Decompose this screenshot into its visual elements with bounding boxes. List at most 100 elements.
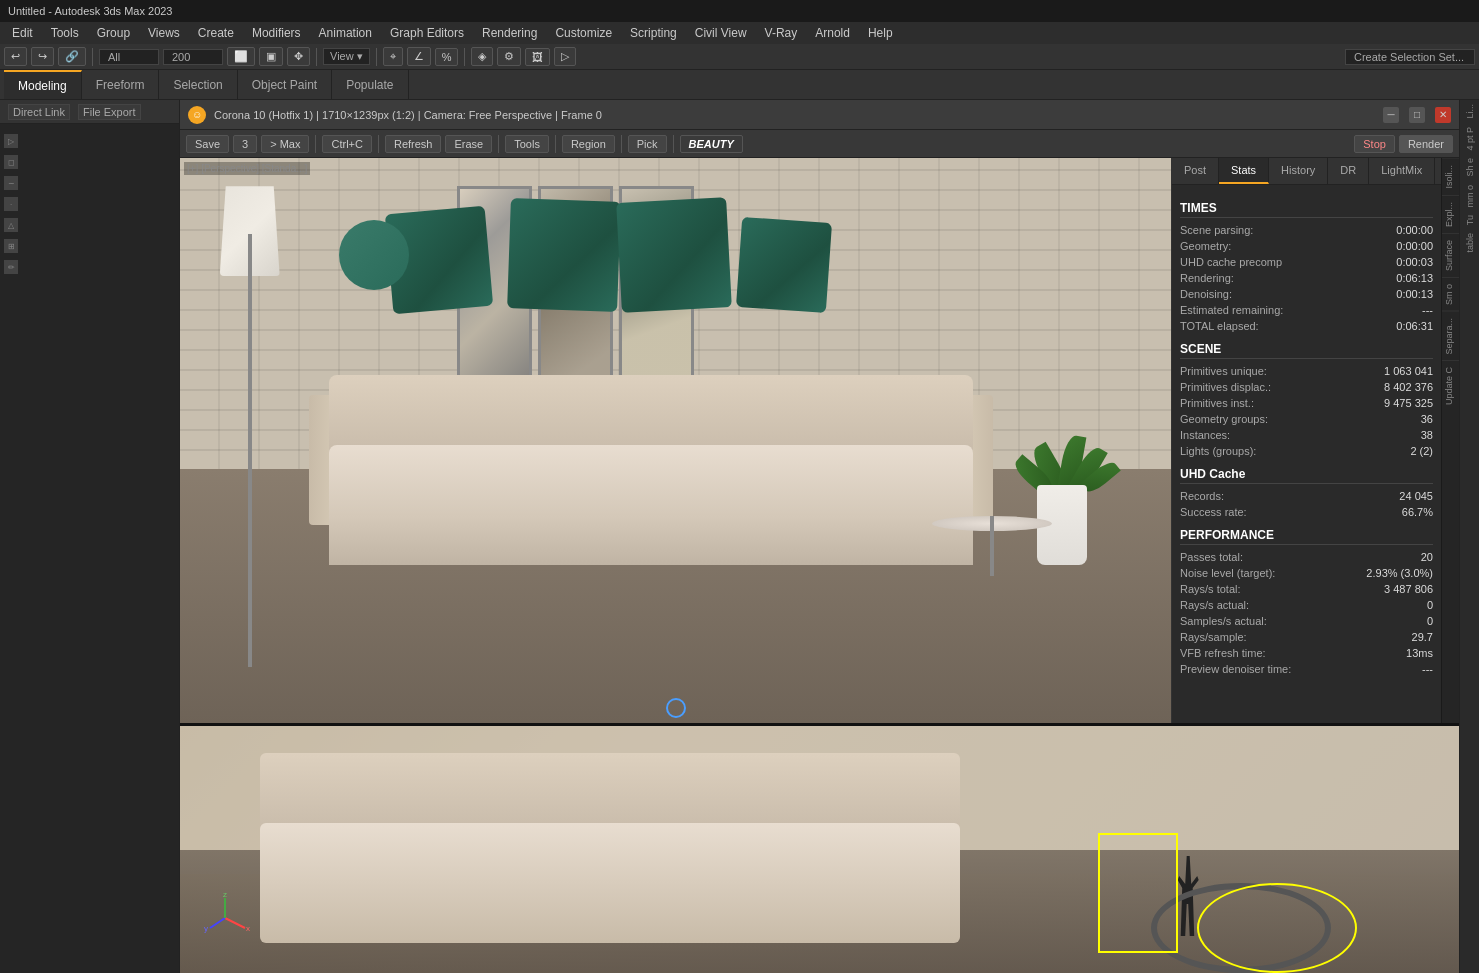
percent-snap-btn[interactable]: % <box>435 48 459 66</box>
link-button[interactable]: 🔗 <box>58 47 86 66</box>
save-render-btn[interactable]: Save <box>186 135 229 153</box>
far-right-panel: Isoli... Expl... Surface Sm o Separa... … <box>1441 158 1459 723</box>
menu-animation[interactable]: Animation <box>311 24 380 42</box>
move-btn[interactable]: ✥ <box>287 47 310 66</box>
left-top-header: Direct Link File Export <box>0 100 179 124</box>
erase-btn[interactable]: Erase <box>445 135 492 153</box>
app: Untitled - Autodesk 3ds Max 2023 Edit To… <box>0 0 1479 973</box>
tab-modeling[interactable]: Modeling <box>4 70 82 99</box>
right-label-5[interactable]: Tu <box>1463 211 1477 229</box>
tab-lightmix[interactable]: LightMix <box>1369 158 1435 184</box>
create-selection-set[interactable]: Create Selection Set... <box>1345 49 1475 65</box>
render-title-bar: ☺ Corona 10 (Hotfix 1) | 1710×1239px (1:… <box>180 100 1459 130</box>
close-button[interactable]: ✕ <box>1435 107 1451 123</box>
menu-vray[interactable]: V-Ray <box>757 24 806 42</box>
render-frame-btn[interactable]: 🖼 <box>525 48 550 66</box>
file-export-btn[interactable]: File Export <box>78 104 141 120</box>
render-btn[interactable]: Render <box>1399 135 1453 153</box>
max-btn[interactable]: > Max <box>261 135 309 153</box>
uv-icon[interactable]: ⊞ <box>4 239 18 253</box>
records-value: 24 045 <box>1399 490 1433 502</box>
round-table-bottom <box>1151 883 1331 973</box>
menu-help[interactable]: Help <box>860 24 901 42</box>
beauty-btn[interactable]: BEAUTY <box>680 135 743 153</box>
undo-button[interactable]: ↩ <box>4 47 27 66</box>
surface-btn[interactable]: Surface <box>1442 233 1459 277</box>
instances-value: 38 <box>1421 429 1433 441</box>
rendering-row: Rendering: 0:06:13 <box>1180 270 1433 286</box>
angle-snap-btn[interactable]: ∠ <box>407 47 431 66</box>
material-editor-btn[interactable]: ◈ <box>471 47 493 66</box>
menu-tools[interactable]: Tools <box>43 24 87 42</box>
bs-sofa-back <box>260 753 960 833</box>
menu-graph-editors[interactable]: Graph Editors <box>382 24 472 42</box>
tab-freeform[interactable]: Freeform <box>82 70 160 99</box>
sofa-body <box>329 445 973 565</box>
preview-denoiser-label: Preview denoiser time: <box>1180 663 1291 675</box>
maximize-button[interactable]: □ <box>1409 107 1425 123</box>
refresh-btn[interactable]: Refresh <box>385 135 442 153</box>
selection-set[interactable]: All <box>99 49 159 65</box>
primitives-unique-row: Primitives unique: 1 063 041 <box>1180 363 1433 379</box>
stop-btn[interactable]: Stop <box>1354 135 1395 153</box>
menu-create[interactable]: Create <box>190 24 242 42</box>
snap-btn[interactable]: ⌖ <box>383 47 403 66</box>
redo-button[interactable]: ↪ <box>31 47 54 66</box>
tab-stats[interactable]: Stats <box>1219 158 1269 184</box>
expl-btn[interactable]: Expl... <box>1442 195 1459 233</box>
update-btn[interactable]: Update C <box>1442 360 1459 411</box>
select-object-btn[interactable]: ⬜ <box>227 47 255 66</box>
separate-btn[interactable]: Separa... <box>1442 311 1459 361</box>
tab-post[interactable]: Post <box>1172 158 1219 184</box>
render-setup-btn[interactable]: ⚙ <box>497 47 521 66</box>
tab-history[interactable]: History <box>1269 158 1328 184</box>
right-label-3[interactable]: Sh e <box>1463 154 1477 181</box>
tab-selection[interactable]: Selection <box>159 70 237 99</box>
menu-modifiers[interactable]: Modifiers <box>244 24 309 42</box>
menu-scripting[interactable]: Scripting <box>622 24 685 42</box>
minimize-button[interactable]: ─ <box>1383 107 1399 123</box>
menu-edit[interactable]: Edit <box>4 24 41 42</box>
ctrl-c-btn[interactable]: Ctrl+C <box>322 135 371 153</box>
tab-dr[interactable]: DR <box>1328 158 1369 184</box>
toolbar-separator-2 <box>316 48 317 66</box>
vertex-icon[interactable]: · <box>4 197 18 211</box>
menu-views[interactable]: Views <box>140 24 188 42</box>
main-viewport[interactable]: ☺ Corona 10 (Hotfix 1) | 1710×1239px (1:… <box>180 100 1459 723</box>
menu-customize[interactable]: Customize <box>547 24 620 42</box>
select-icon[interactable]: ▷ <box>4 134 18 148</box>
est-remaining-row: Estimated remaining: --- <box>1180 302 1433 318</box>
view-dropdown[interactable]: View ▾ <box>323 48 370 65</box>
paint-icon[interactable]: ✏ <box>4 260 18 274</box>
right-label-1[interactable]: Li... <box>1463 100 1477 123</box>
isoli-btn[interactable]: Isoli... <box>1442 158 1459 195</box>
right-label-6[interactable]: table <box>1463 229 1477 257</box>
bs-sofa-body <box>260 823 960 943</box>
tools-btn[interactable]: Tools <box>505 135 549 153</box>
pick-btn[interactable]: Pick <box>628 135 667 153</box>
render-window: ☺ Corona 10 (Hotfix 1) | 1710×1239px (1:… <box>180 100 1459 723</box>
right-label-2[interactable]: 4 pt P <box>1463 123 1477 155</box>
rays-sample-row: Rays/sample: 29.7 <box>1180 629 1433 645</box>
region-btn[interactable]: Region <box>562 135 615 153</box>
app-title: Untitled - Autodesk 3ds Max 2023 <box>8 5 172 17</box>
menu-civil-view[interactable]: Civil View <box>687 24 755 42</box>
face-icon[interactable]: △ <box>4 218 18 232</box>
mode-btn[interactable]: 3 <box>233 135 257 153</box>
select-region-btn[interactable]: ▣ <box>259 47 283 66</box>
direct-link-btn[interactable]: Direct Link <box>8 104 70 120</box>
edge-icon[interactable]: ∼ <box>4 176 18 190</box>
menu-group[interactable]: Group <box>89 24 138 42</box>
tab-populate[interactable]: Populate <box>332 70 408 99</box>
stats-tabs: Post Stats History DR LightMix <box>1172 158 1441 185</box>
menu-rendering[interactable]: Rendering <box>474 24 545 42</box>
denoising-label: Denoising: <box>1180 288 1232 300</box>
object-filter[interactable]: 200 <box>163 49 223 65</box>
smooth-btn[interactable]: Sm o <box>1442 277 1459 311</box>
poly-icon[interactable]: ◻ <box>4 155 18 169</box>
right-label-4[interactable]: mm o <box>1463 181 1477 212</box>
render-production-btn[interactable]: ▷ <box>554 47 576 66</box>
rendering-value: 0:06:13 <box>1396 272 1433 284</box>
tab-object-paint[interactable]: Object Paint <box>238 70 332 99</box>
menu-arnold[interactable]: Arnold <box>807 24 858 42</box>
